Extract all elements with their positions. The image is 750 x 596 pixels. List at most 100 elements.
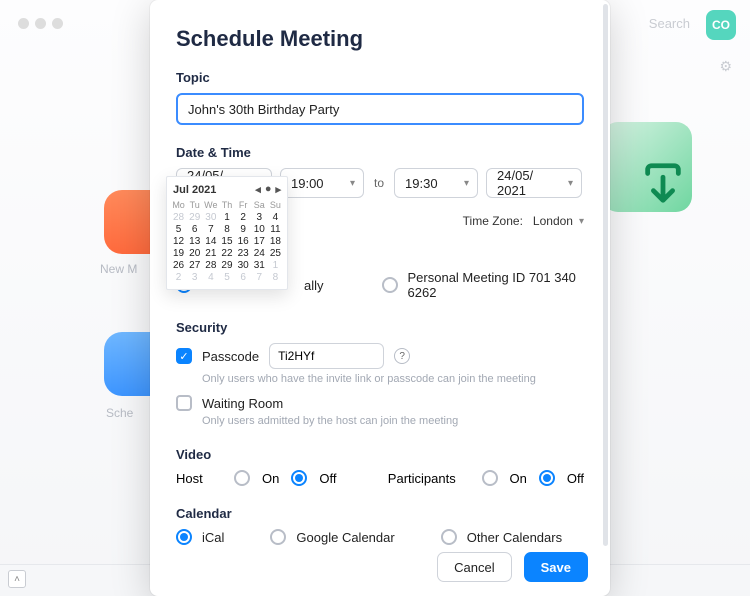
calendar-day[interactable]: 10: [252, 224, 267, 235]
calendar-day[interactable]: 16: [236, 236, 251, 247]
ical-label: iCal: [202, 530, 224, 545]
other-calendars-radio[interactable]: [441, 529, 457, 545]
waiting-room-label: Waiting Room: [202, 396, 283, 411]
calendar-day[interactable]: 21: [203, 248, 218, 259]
passcode-checkbox[interactable]: ✓: [176, 348, 192, 364]
topic-input[interactable]: [176, 93, 584, 125]
timezone-label: Time Zone:: [463, 214, 523, 228]
calendar-day[interactable]: 12: [171, 236, 186, 247]
calendar-day[interactable]: 6: [236, 272, 251, 283]
participants-label: Participants: [388, 471, 456, 486]
calendar-day[interactable]: 3: [187, 272, 202, 283]
calendar-day[interactable]: 3: [252, 212, 267, 223]
end-date-select[interactable]: 24/05/ 2021▾: [486, 168, 582, 198]
participants-on-radio[interactable]: [482, 470, 498, 486]
start-time-select[interactable]: 19:00 ▾: [280, 168, 364, 198]
calendar-day[interactable]: 20: [187, 248, 202, 259]
calendar-day[interactable]: 7: [252, 272, 267, 283]
calendar-day[interactable]: 8: [219, 224, 234, 235]
other-calendars-label: Other Calendars: [467, 530, 562, 545]
calendar-day[interactable]: 17: [252, 236, 267, 247]
calendar-day[interactable]: 1: [219, 212, 234, 223]
passcode-input[interactable]: [269, 343, 384, 369]
expand-icon: ˄: [8, 570, 26, 588]
meeting-id-auto-label: ally: [304, 278, 324, 293]
date-picker-popover[interactable]: Jul 2021 ◂ ● ▸ MoTuWeThFrSaSu 2829301234…: [166, 176, 288, 290]
calendar-day[interactable]: 14: [203, 236, 218, 247]
google-calendar-radio[interactable]: [270, 529, 286, 545]
topic-label: Topic: [176, 70, 584, 85]
calendar-label: Calendar: [176, 506, 584, 521]
passcode-label: Passcode: [202, 349, 259, 364]
calendar-day[interactable]: 23: [236, 248, 251, 259]
calendar-day[interactable]: 7: [203, 224, 218, 235]
participants-off-radio[interactable]: [539, 470, 555, 486]
calendar-day[interactable]: 24: [252, 248, 267, 259]
schedule-meeting-dialog: Schedule Meeting Topic Date & Time 24/05…: [150, 0, 610, 596]
end-time-select[interactable]: 19:30▾: [394, 168, 478, 198]
calendar-day[interactable]: 15: [219, 236, 234, 247]
calendar-dow: We: [203, 200, 218, 210]
calendar-day[interactable]: 11: [268, 224, 283, 235]
passcode-hint: Only users who have the invite link or p…: [202, 373, 584, 385]
calendar-day[interactable]: 6: [187, 224, 202, 235]
avatar: CO: [706, 10, 736, 40]
meeting-id-personal-radio[interactable]: [382, 277, 398, 293]
on-label: On: [262, 471, 279, 486]
calendar-day[interactable]: 18: [268, 236, 283, 247]
calendar-dow: Sa: [252, 200, 267, 210]
host-off-radio[interactable]: [291, 470, 307, 486]
calendar-day[interactable]: 9: [236, 224, 251, 235]
help-icon[interactable]: ?: [394, 348, 410, 364]
scrollbar[interactable]: [603, 4, 608, 546]
calendar-day[interactable]: 4: [268, 212, 283, 223]
calendar-next-icon[interactable]: ▸: [275, 183, 281, 196]
save-button[interactable]: Save: [524, 552, 588, 582]
cancel-button[interactable]: Cancel: [437, 552, 511, 582]
calendar-today-icon[interactable]: ●: [265, 183, 272, 196]
chevron-down-icon: ▾: [464, 178, 469, 189]
calendar-day[interactable]: 2: [236, 212, 251, 223]
host-label: Host: [176, 471, 203, 486]
calendar-dow: Th: [219, 200, 234, 210]
schedule-label: Sche: [106, 406, 133, 420]
calendar-prev-icon[interactable]: ◂: [255, 183, 261, 196]
calendar-day[interactable]: 31: [252, 260, 267, 271]
off-label: Off: [319, 471, 336, 486]
calendar-day[interactable]: 27: [187, 260, 202, 271]
calendar-day[interactable]: 22: [219, 248, 234, 259]
chevron-down-icon: ▾: [350, 178, 355, 189]
calendar-day[interactable]: 25: [268, 248, 283, 259]
calendar-day[interactable]: 29: [219, 260, 234, 271]
calendar-day[interactable]: 1: [268, 260, 283, 271]
calendar-day[interactable]: 5: [219, 272, 234, 283]
host-on-radio[interactable]: [234, 470, 250, 486]
calendar-day[interactable]: 28: [203, 260, 218, 271]
chevron-down-icon: ▾: [579, 216, 584, 227]
calendar-day[interactable]: 5: [171, 224, 186, 235]
calendar-day[interactable]: 29: [187, 212, 202, 223]
calendar-day[interactable]: 30: [203, 212, 218, 223]
timezone-value: London: [533, 214, 573, 228]
calendar-dow: Fr: [236, 200, 251, 210]
off-label: Off: [567, 471, 584, 486]
dialog-title: Schedule Meeting: [176, 26, 584, 52]
calendar-dow: Tu: [187, 200, 202, 210]
gear-icon: ⚙: [719, 58, 732, 75]
timezone-select[interactable]: London ▾: [533, 214, 584, 228]
google-calendar-label: Google Calendar: [296, 530, 394, 545]
waiting-room-checkbox[interactable]: [176, 395, 192, 411]
calendar-day[interactable]: 13: [187, 236, 202, 247]
calendar-day[interactable]: 4: [203, 272, 218, 283]
search-placeholder: Search: [649, 16, 690, 31]
calendar-day[interactable]: 28: [171, 212, 186, 223]
chevron-down-icon: ▾: [568, 178, 573, 189]
calendar-day[interactable]: 8: [268, 272, 283, 283]
calendar-day[interactable]: 19: [171, 248, 186, 259]
start-time-value: 19:00: [291, 176, 324, 191]
video-label: Video: [176, 447, 584, 462]
calendar-day[interactable]: 2: [171, 272, 186, 283]
ical-radio[interactable]: [176, 529, 192, 545]
calendar-day[interactable]: 26: [171, 260, 186, 271]
calendar-day[interactable]: 30: [236, 260, 251, 271]
